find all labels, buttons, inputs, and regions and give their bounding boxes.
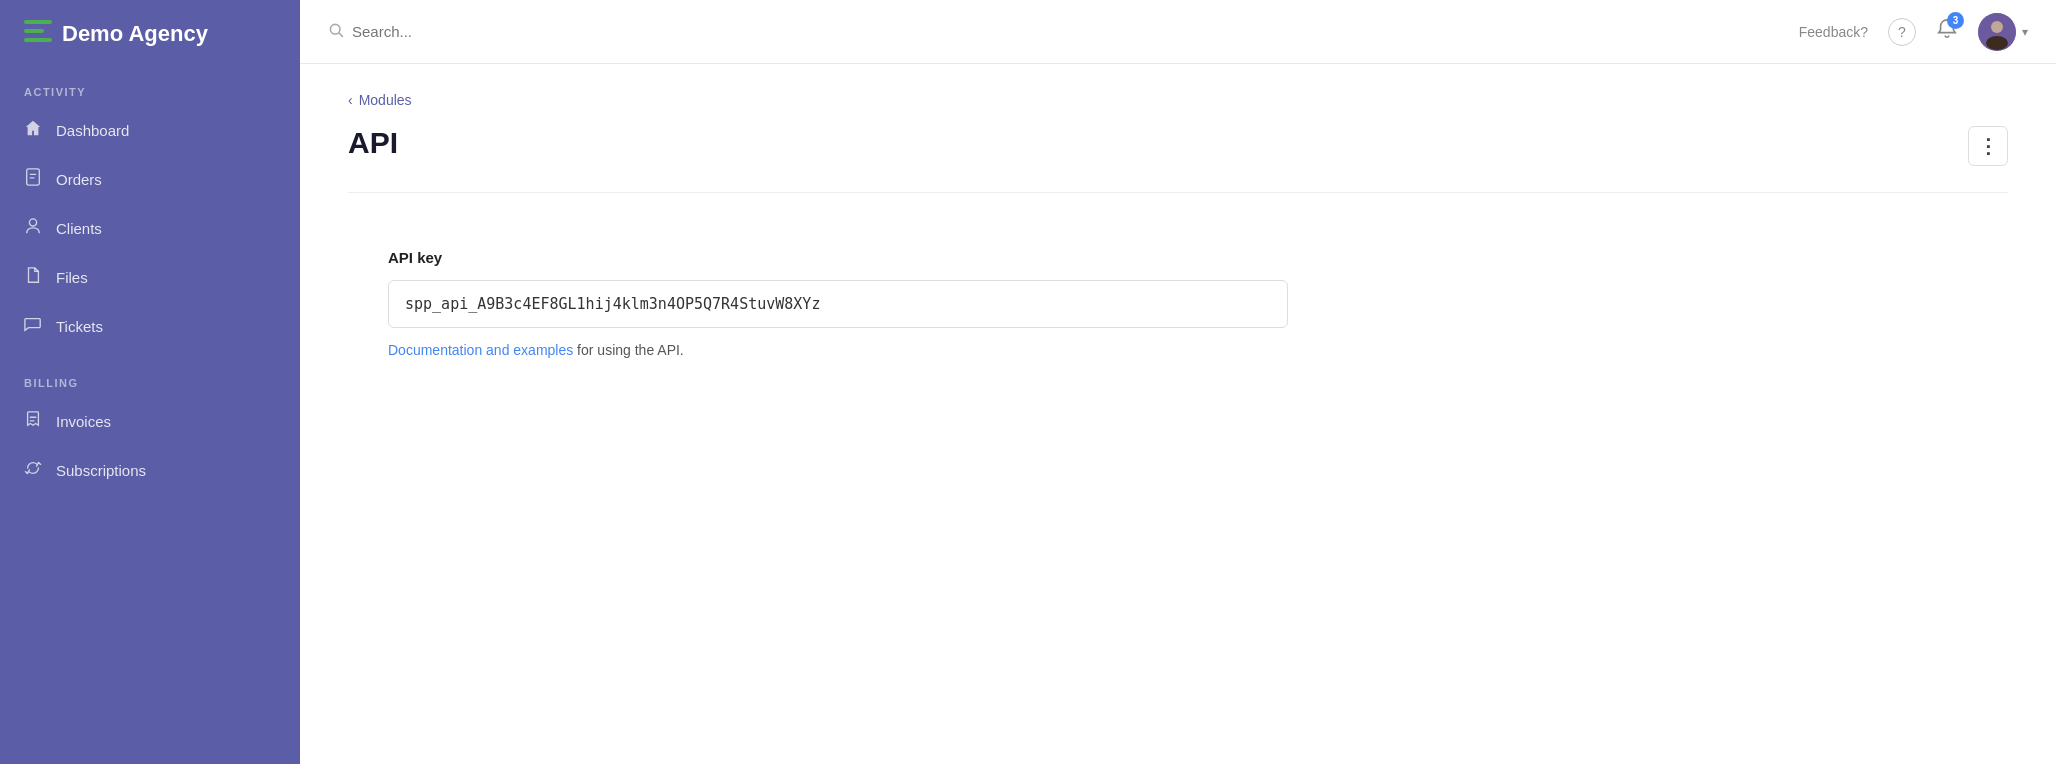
help-icon[interactable]: ? <box>1888 18 1916 46</box>
content: ‹ Modules API ⋮ API key Documentation an… <box>300 64 2056 764</box>
svg-point-8 <box>1986 36 2008 50</box>
clients-icon <box>24 217 42 240</box>
breadcrumb-label: Modules <box>359 92 412 108</box>
sidebar-item-files-label: Files <box>56 269 88 286</box>
api-docs-text: Documentation and examples for using the… <box>388 342 1968 358</box>
svg-rect-2 <box>24 38 52 42</box>
subscriptions-icon <box>24 459 42 482</box>
invoices-icon <box>24 410 42 433</box>
content-inner: ‹ Modules API ⋮ API key Documentation an… <box>300 64 2056 764</box>
sidebar-item-dashboard-label: Dashboard <box>56 122 129 139</box>
search-input[interactable] <box>352 23 612 40</box>
avatar <box>1978 13 2016 51</box>
notification-button[interactable]: 3 <box>1936 18 1958 45</box>
sidebar-logo[interactable]: Demo Agency <box>0 0 300 68</box>
avatar-caret-icon: ▾ <box>2022 25 2028 39</box>
svg-point-4 <box>29 219 36 226</box>
svg-point-7 <box>1991 21 2003 33</box>
sidebar-item-tickets-label: Tickets <box>56 318 103 335</box>
notification-badge: 3 <box>1947 12 1964 29</box>
api-key-input[interactable] <box>388 280 1288 328</box>
api-docs-link[interactable]: Documentation and examples <box>388 342 573 358</box>
topbar-right: Feedback? ? 3 <box>1799 13 2028 51</box>
sidebar-item-clients-label: Clients <box>56 220 102 237</box>
page-title-row: API ⋮ <box>348 126 2008 192</box>
tickets-icon <box>24 315 42 338</box>
search-wrap <box>328 22 1783 42</box>
more-options-icon: ⋮ <box>1978 134 1999 158</box>
activity-section-label: ACTIVITY <box>0 68 300 106</box>
sidebar-item-clients[interactable]: Clients <box>0 204 300 253</box>
sidebar-item-dashboard[interactable]: Dashboard <box>0 106 300 155</box>
svg-rect-3 <box>27 169 40 185</box>
sidebar-item-subscriptions-label: Subscriptions <box>56 462 146 479</box>
sidebar-item-orders-label: Orders <box>56 171 102 188</box>
topbar: Feedback? ? 3 <box>300 0 2056 64</box>
avatar-button[interactable]: ▾ <box>1978 13 2028 51</box>
page-title: API <box>348 126 398 160</box>
logo-icon <box>24 20 52 48</box>
sidebar-item-invoices[interactable]: Invoices <box>0 397 300 446</box>
feedback-button[interactable]: Feedback? <box>1799 24 1868 40</box>
sidebar-item-invoices-label: Invoices <box>56 413 111 430</box>
api-key-label: API key <box>388 249 1968 266</box>
logo-text: Demo Agency <box>62 21 208 47</box>
main-area: Feedback? ? 3 <box>300 0 2056 764</box>
search-icon <box>328 22 344 42</box>
sidebar-item-files[interactable]: Files <box>0 253 300 302</box>
files-icon <box>24 266 42 289</box>
svg-rect-1 <box>24 29 44 33</box>
breadcrumb[interactable]: ‹ Modules <box>348 92 2008 108</box>
sidebar-item-subscriptions[interactable]: Subscriptions <box>0 446 300 495</box>
sidebar: Demo Agency ACTIVITY Dashboard Orders Cl… <box>0 0 300 764</box>
api-key-section: API key Documentation and examples for u… <box>348 217 2008 390</box>
api-docs-suffix: for using the API. <box>573 342 684 358</box>
billing-section-label: BILLING <box>0 359 300 397</box>
svg-rect-0 <box>24 20 52 24</box>
sidebar-item-tickets[interactable]: Tickets <box>0 302 300 351</box>
home-icon <box>24 119 42 142</box>
orders-icon <box>24 168 42 191</box>
sidebar-item-orders[interactable]: Orders <box>0 155 300 204</box>
back-arrow-icon: ‹ <box>348 92 353 108</box>
more-options-button[interactable]: ⋮ <box>1968 126 2008 166</box>
divider <box>348 192 2008 193</box>
